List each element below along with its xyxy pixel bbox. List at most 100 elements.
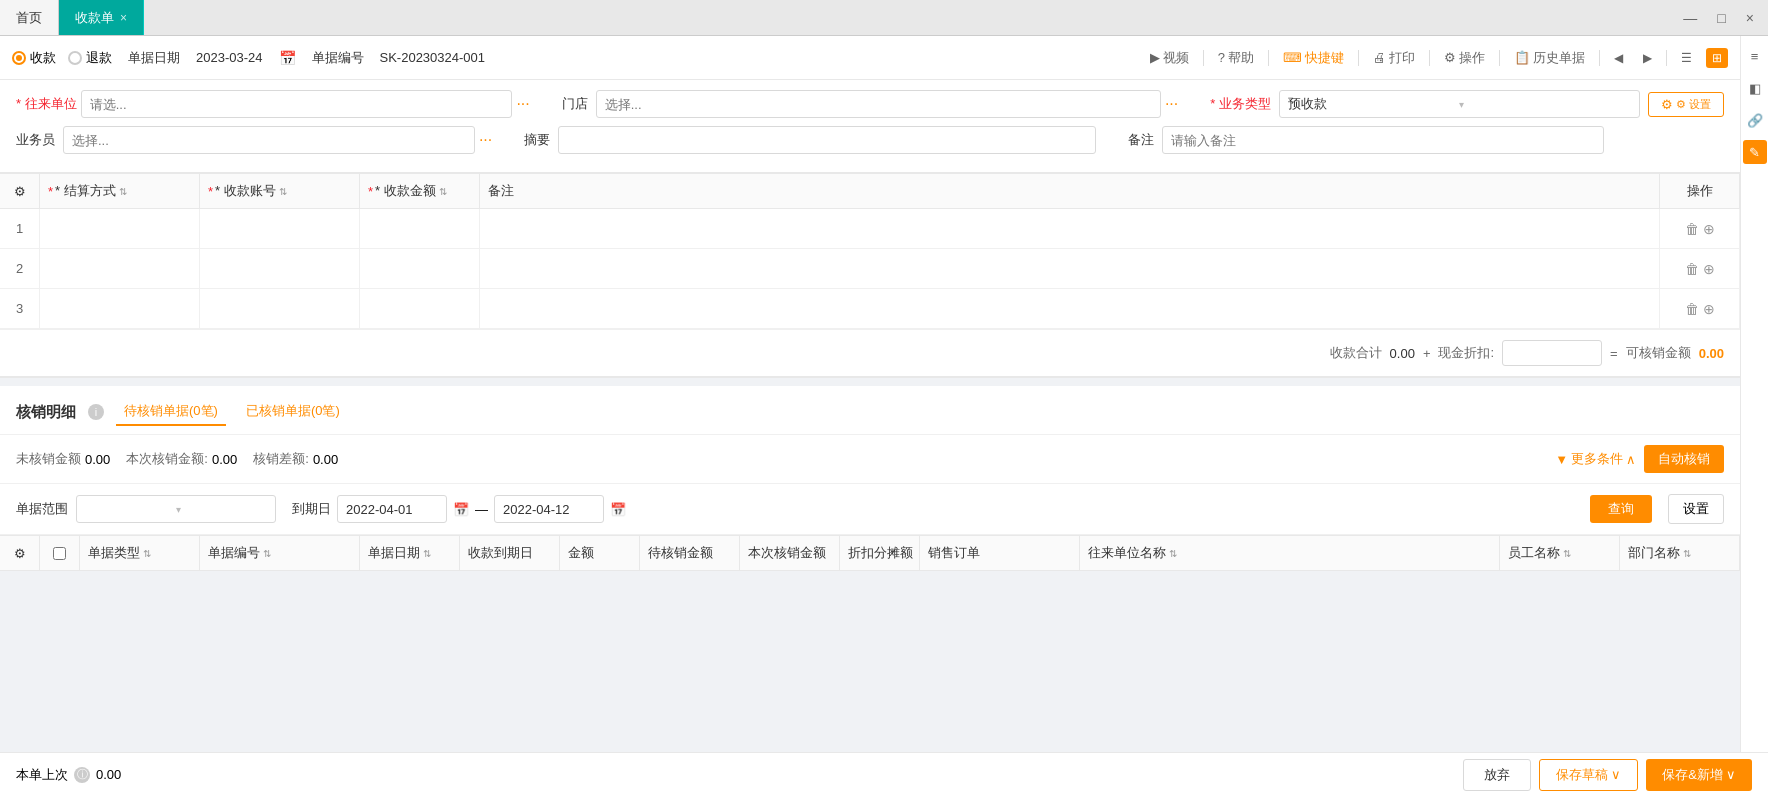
row2-remark[interactable] (480, 249, 1660, 288)
row2-amount[interactable] (360, 249, 480, 288)
help-button[interactable]: ? 帮助 (1212, 46, 1260, 70)
filter-right: ▼ 更多条件 ∧ 自动核销 (1555, 445, 1724, 473)
history-button[interactable]: 📋 历史单据 (1508, 46, 1591, 70)
nav-next-button[interactable]: ▶ (1637, 48, 1658, 68)
row3-delete-icon[interactable]: 🗑 (1685, 301, 1699, 317)
from-unit-input[interactable] (81, 90, 513, 118)
print-button[interactable]: 🖨 打印 (1367, 46, 1421, 70)
row3-account[interactable] (200, 289, 360, 328)
sidebar-icon-2[interactable]: ◧ (1743, 76, 1767, 100)
row1-remark[interactable] (480, 209, 1660, 248)
remark-input[interactable] (1162, 126, 1604, 154)
minimize-button[interactable]: — (1677, 8, 1703, 28)
bottom-info-icon[interactable]: ⓘ (74, 767, 90, 783)
calendar-end-icon[interactable]: 📅 (610, 502, 626, 517)
business-type-field: * 业务类型 预收款 ▾ ⚙ ⚙ 设置 (1210, 90, 1724, 118)
chevron-up-icon: ∧ (1626, 452, 1636, 467)
query-button[interactable]: 查询 (1590, 495, 1652, 523)
bottom-bar: 本单上次 ⓘ 0.00 放弃 保存草稿 ∨ 保存&新增 ∨ (0, 752, 1768, 796)
row1-settle[interactable] (40, 209, 200, 248)
store-input[interactable] (596, 90, 1161, 118)
bottom-info: 本单上次 ⓘ 0.00 (16, 766, 121, 784)
from-unit-label: * 往来单位 (16, 95, 77, 113)
sort-icon-amount: ⇅ (439, 186, 447, 197)
sidebar-icon-1[interactable]: ≡ (1743, 44, 1767, 68)
sub-settings-button[interactable]: 设置 (1668, 494, 1724, 524)
total-value: 0.00 (1390, 346, 1415, 361)
nav-prev-button[interactable]: ◀ (1608, 48, 1629, 68)
settings-button[interactable]: ⚙ ⚙ 设置 (1648, 92, 1724, 117)
due-date-start-input[interactable] (337, 495, 447, 523)
layout-list-button[interactable]: ☰ (1675, 48, 1698, 68)
row3-action: 🗑 ⊕ (1660, 289, 1740, 328)
table-settings-icon[interactable]: ⚙ (0, 174, 40, 208)
row1-account[interactable] (200, 209, 360, 248)
close-window-button[interactable]: × (1740, 8, 1760, 28)
select-all-checkbox[interactable] (53, 547, 66, 560)
bottom-prefix: 本单上次 (16, 766, 68, 784)
sidebar-icon-4[interactable]: ✎ (1743, 140, 1767, 164)
sth-dept: 部门名称 ⇅ (1620, 536, 1740, 570)
more-conditions-label: 更多条件 (1571, 450, 1623, 468)
tab-close-icon[interactable]: × (120, 11, 127, 25)
staff-input[interactable] (63, 126, 475, 154)
row1-amount[interactable] (360, 209, 480, 248)
sort-type: ⇅ (143, 548, 151, 559)
row3-remark[interactable] (480, 289, 1660, 328)
auto-cancel-button[interactable]: 自动核销 (1644, 445, 1724, 473)
from-unit-more-icon[interactable]: ··· (516, 95, 529, 113)
sidebar-icon-3[interactable]: 🔗 (1743, 108, 1767, 132)
discount-input[interactable] (1502, 340, 1602, 366)
abandon-button[interactable]: 放弃 (1463, 759, 1531, 791)
staff-more-icon[interactable]: ··· (479, 131, 492, 149)
receipt-radio[interactable]: 收款 (12, 49, 56, 67)
calendar-start-icon[interactable]: 📅 (453, 502, 469, 517)
th-account: * * 收款账号 ⇅ (200, 174, 360, 208)
verification-info-icon[interactable]: i (88, 404, 104, 420)
divider6 (1599, 50, 1600, 66)
done-tab[interactable]: 已核销单据(0笔) (238, 398, 348, 426)
tab-receipt[interactable]: 收款单 × (59, 0, 144, 35)
summary-input[interactable] (558, 126, 1096, 154)
save-draft-label: 保存草稿 (1556, 766, 1608, 784)
save-draft-button[interactable]: 保存草稿 ∨ (1539, 759, 1638, 791)
row3-amount[interactable] (360, 289, 480, 328)
operation-button[interactable]: ⚙ 操作 (1438, 46, 1491, 70)
table-row: 2 🗑 ⊕ (0, 249, 1740, 289)
range-select[interactable]: ▾ (76, 495, 276, 523)
shortcut-button[interactable]: ⌨ 快捷键 (1277, 46, 1350, 70)
receipt-radio-dot (12, 51, 26, 65)
tab-home[interactable]: 首页 (0, 0, 59, 35)
sub-table-settings-icon[interactable]: ⚙ (0, 536, 40, 570)
sub-table-check[interactable] (40, 536, 80, 570)
video-button[interactable]: ▶ 视频 (1144, 46, 1195, 70)
refund-radio[interactable]: 退款 (68, 49, 112, 67)
row-num-3: 3 (0, 289, 40, 328)
history-icon: 📋 (1514, 50, 1530, 65)
due-date-end-input[interactable] (494, 495, 604, 523)
layout-form-button[interactable]: ⊞ (1706, 48, 1728, 68)
calendar-icon[interactable]: 📅 (279, 50, 296, 66)
row1-delete-icon[interactable]: 🗑 (1685, 221, 1699, 237)
th-action: 操作 (1660, 174, 1740, 208)
settings-label: ⚙ 设置 (1676, 97, 1711, 112)
row2-delete-icon[interactable]: 🗑 (1685, 261, 1699, 277)
row3-copy-icon[interactable]: ⊕ (1703, 301, 1715, 317)
sort-icon-account: ⇅ (279, 186, 287, 197)
maximize-button[interactable]: □ (1711, 8, 1731, 28)
row1-copy-icon[interactable]: ⊕ (1703, 221, 1715, 237)
more-conditions-button[interactable]: ▼ 更多条件 ∧ (1555, 450, 1636, 468)
row2-settle[interactable] (40, 249, 200, 288)
pending-tab[interactable]: 待核销单据(0笔) (116, 398, 226, 426)
row3-settle[interactable] (40, 289, 200, 328)
staff-field: 业务员 ··· (16, 126, 492, 154)
divider2 (1268, 50, 1269, 66)
sth-pending: 待核销金额 (640, 536, 740, 570)
store-more-icon[interactable]: ··· (1165, 95, 1178, 113)
business-type-value: 预收款 (1288, 95, 1460, 113)
row2-copy-icon[interactable]: ⊕ (1703, 261, 1715, 277)
refund-radio-label: 退款 (86, 49, 112, 67)
save-new-button[interactable]: 保存&新增 ∨ (1646, 759, 1752, 791)
row2-account[interactable] (200, 249, 360, 288)
business-type-select[interactable]: 预收款 ▾ (1279, 90, 1640, 118)
